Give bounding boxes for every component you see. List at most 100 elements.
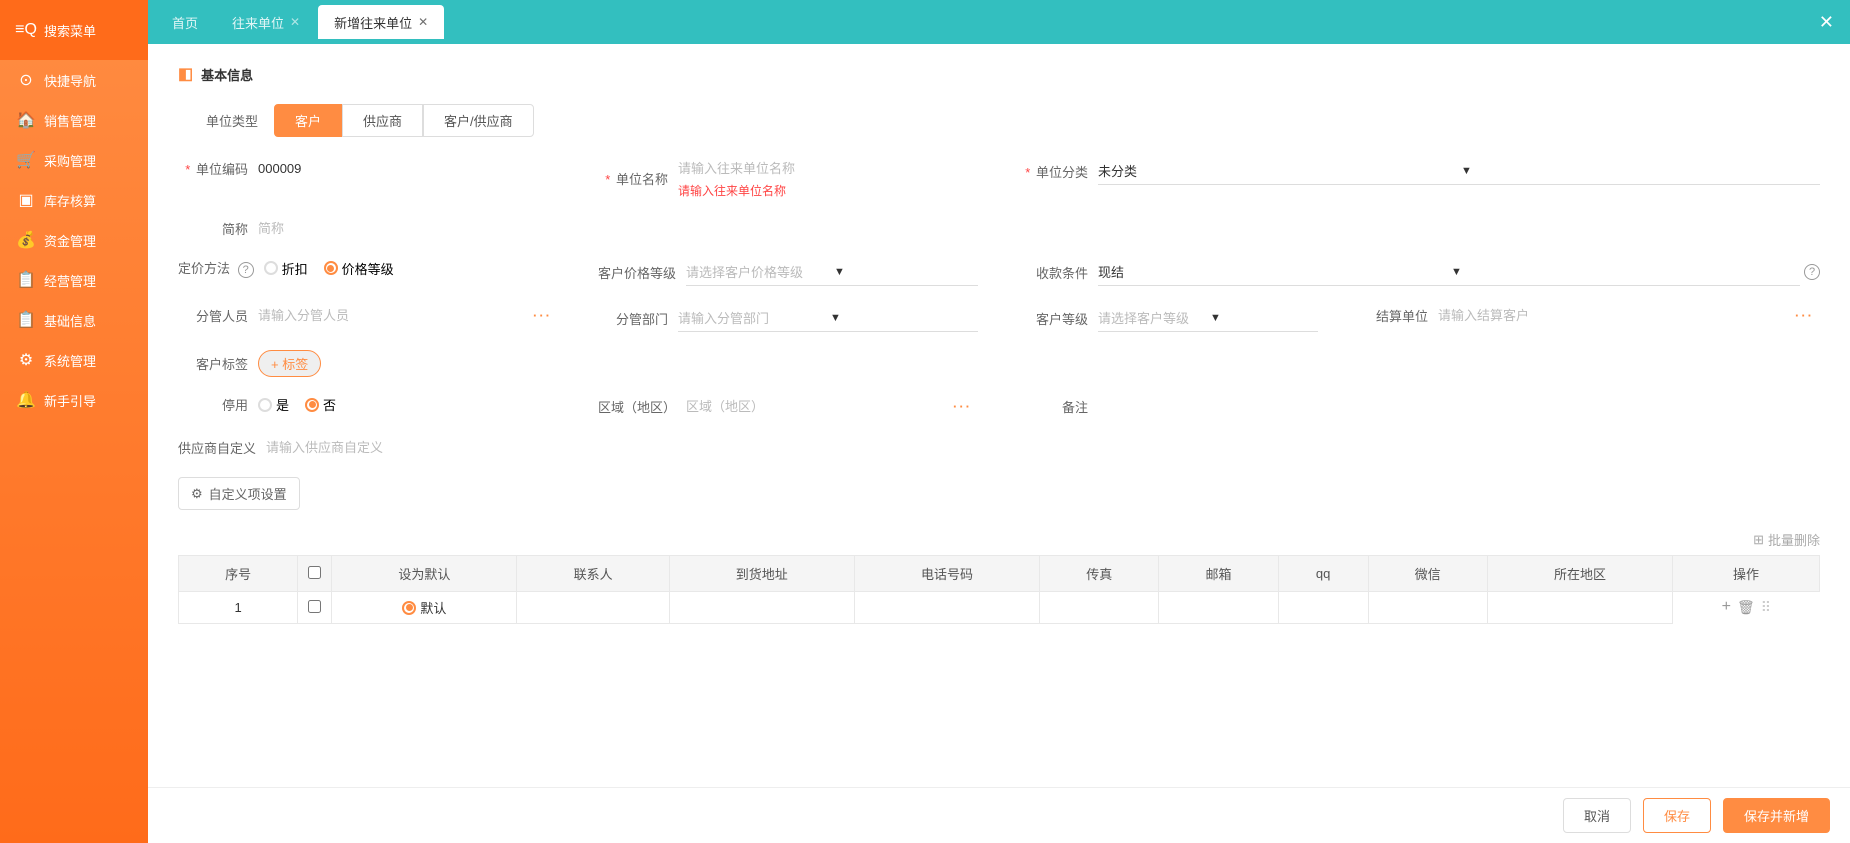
row-default-radio[interactable]: 默认 [342, 598, 506, 617]
unit-type-row: 单位类型 客户 供应商 客户/供应商 [178, 104, 1820, 137]
save-and-new-button[interactable]: 保存并新增 [1723, 798, 1830, 833]
pricing-help-icon[interactable]: ? [238, 262, 254, 278]
manager-more-btn[interactable]: ··· [527, 308, 558, 323]
col-region: 所在地区 [1487, 556, 1672, 592]
pricing-radio-group: 折扣 价格等级 [264, 259, 394, 278]
tab-new-business-unit[interactable]: 新增往来单位 ✕ [318, 5, 444, 39]
operations-icon: 📋 [16, 270, 36, 290]
settlement-more-btn[interactable]: ··· [1789, 308, 1820, 323]
region-more-btn[interactable]: ··· [947, 399, 978, 414]
settlement-unit-input[interactable] [1438, 304, 1789, 327]
cell-email [1159, 592, 1278, 624]
sidebar-label-finance: 资金管理 [44, 231, 96, 250]
tab-business-units[interactable]: 往来单位 ✕ [216, 5, 316, 39]
unit-type-both[interactable]: 客户/供应商 [423, 104, 534, 137]
cell-wechat [1368, 592, 1487, 624]
form-row-short-name: 简称 [178, 217, 1820, 240]
sidebar-item-basic-info[interactable]: 📋 基础信息 [0, 300, 148, 340]
tab-home[interactable]: 首页 [156, 5, 214, 39]
cell-action: + 🗑 ⠿ [1673, 592, 1819, 622]
sidebar-item-inventory[interactable]: ▣ 库存核算 [0, 180, 148, 220]
disable-yes[interactable]: 是 [258, 395, 289, 414]
batch-delete-label[interactable]: 批量删除 [1768, 530, 1820, 549]
cell-phone [854, 592, 1039, 624]
sidebar-item-search[interactable]: ≡Q 搜索菜单 [0, 10, 148, 50]
yes-radio[interactable] [258, 398, 272, 412]
contacts-table: 序号 设为默认 联系人 到货地址 电话号码 传真 邮箱 qq 微信 所在地区 操… [178, 555, 1820, 624]
add-row-btn[interactable]: + [1722, 598, 1731, 616]
close-all-tabs[interactable]: ✕ [1811, 8, 1842, 37]
unit-type-label: 单位类型 [178, 111, 258, 130]
payment-terms-label: 收款条件 [1018, 263, 1098, 282]
price-level-radio[interactable] [324, 261, 338, 275]
field-manager: 分管人员 ··· [178, 304, 558, 327]
field-pricing-method: 定价方法 ? 折扣 价格等级 [178, 258, 558, 278]
no-radio[interactable] [305, 398, 319, 412]
gear-icon: ⚙ [191, 486, 203, 502]
save-button[interactable]: 保存 [1643, 798, 1711, 833]
disable-no[interactable]: 否 [305, 395, 336, 414]
pricing-discount[interactable]: 折扣 [264, 259, 308, 278]
delete-row-btn[interactable]: 🗑 [1737, 599, 1755, 616]
sidebar-label-purchase: 采购管理 [44, 151, 96, 170]
short-name-input[interactable] [258, 217, 558, 240]
main-area: 首页 往来单位 ✕ 新增往来单位 ✕ ✕ ◧ 基本信息 单位类型 客户 供应商 … [148, 0, 1850, 843]
add-tag-button[interactable]: + 标签 [258, 350, 321, 377]
field-supplier-custom: 供应商自定义 [178, 436, 558, 459]
customer-level-select[interactable]: 请选择客户等级 ▼ [1098, 304, 1318, 332]
supplier-custom-input[interactable] [266, 436, 558, 459]
sidebar-item-sales[interactable]: 🏠 销售管理 [0, 100, 148, 140]
close-tab-business-units[interactable]: ✕ [290, 15, 300, 29]
sidebar-item-operations[interactable]: 📋 经营管理 [0, 260, 148, 300]
unit-type-customer[interactable]: 客户 [274, 104, 342, 137]
unit-category-select[interactable]: 未分类 ▼ [1098, 157, 1820, 185]
custom-settings-button[interactable]: ⚙ 自定义项设置 [178, 477, 300, 510]
unit-name-input[interactable] [678, 157, 978, 180]
col-default: 设为默认 [332, 556, 517, 592]
payment-help-icon[interactable]: ? [1804, 264, 1820, 280]
sidebar-item-new-guide[interactable]: 🔔 新手引导 [0, 380, 148, 420]
manager-input[interactable] [258, 304, 527, 327]
sidebar-item-system[interactable]: ⚙ 系统管理 [0, 340, 148, 380]
unit-code-input[interactable] [258, 157, 558, 180]
sidebar-label-basic-info: 基础信息 [44, 311, 96, 330]
close-tab-new-business-unit[interactable]: ✕ [418, 15, 428, 29]
col-address: 到货地址 [669, 556, 854, 592]
disable-radio-group: 是 否 [258, 395, 336, 414]
default-radio-circle[interactable] [402, 601, 416, 615]
row-checkbox[interactable] [308, 600, 321, 613]
sidebar-item-quick-nav[interactable]: ⊙ 快捷导航 [0, 60, 148, 100]
customer-level-label: 客户等级 [1018, 309, 1098, 328]
tab-bar: 首页 往来单位 ✕ 新增往来单位 ✕ ✕ [148, 0, 1850, 44]
field-unit-name: * 单位名称 请输入往来单位名称 [598, 157, 978, 199]
payment-terms-select[interactable]: 现结 ▼ [1098, 258, 1800, 286]
unit-code-label: * 单位编码 [178, 159, 258, 178]
discount-radio[interactable] [264, 261, 278, 275]
region-input[interactable] [686, 395, 947, 418]
unit-type-supplier[interactable]: 供应商 [342, 104, 423, 137]
pricing-level[interactable]: 价格等级 [324, 259, 394, 278]
remark-input[interactable] [1098, 395, 1820, 418]
purchase-icon: 🛒 [16, 150, 36, 170]
basic-info-icon: 📋 [16, 310, 36, 330]
section-icon: ◧ [178, 64, 193, 84]
drag-handle[interactable]: ⠿ [1761, 599, 1771, 616]
field-disable: 停用 是 否 [178, 395, 558, 414]
cancel-button[interactable]: 取消 [1563, 798, 1631, 833]
cell-default: 默认 [332, 592, 517, 624]
sidebar-item-finance[interactable]: 💰 资金管理 [0, 220, 148, 260]
col-phone: 电话号码 [854, 556, 1039, 592]
field-department: 分管部门 请输入分管部门 ▼ [598, 304, 978, 332]
form-row-supplier-custom: 供应商自定义 [178, 436, 1820, 459]
field-settlement-unit: 结算单位 ··· [1358, 304, 1820, 327]
customer-price-level-select[interactable]: 请选择客户价格等级 ▼ [686, 258, 978, 286]
department-select[interactable]: 请输入分管部门 ▼ [678, 304, 978, 332]
table-row: 1 默认 [179, 592, 1820, 624]
unit-name-label: * 单位名称 [598, 169, 678, 188]
cell-fax [1040, 592, 1159, 624]
cell-seq: 1 [179, 592, 298, 624]
col-fax: 传真 [1040, 556, 1159, 592]
select-all-checkbox[interactable] [308, 566, 321, 579]
sidebar-item-purchase[interactable]: 🛒 采购管理 [0, 140, 148, 180]
col-seq: 序号 [179, 556, 298, 592]
